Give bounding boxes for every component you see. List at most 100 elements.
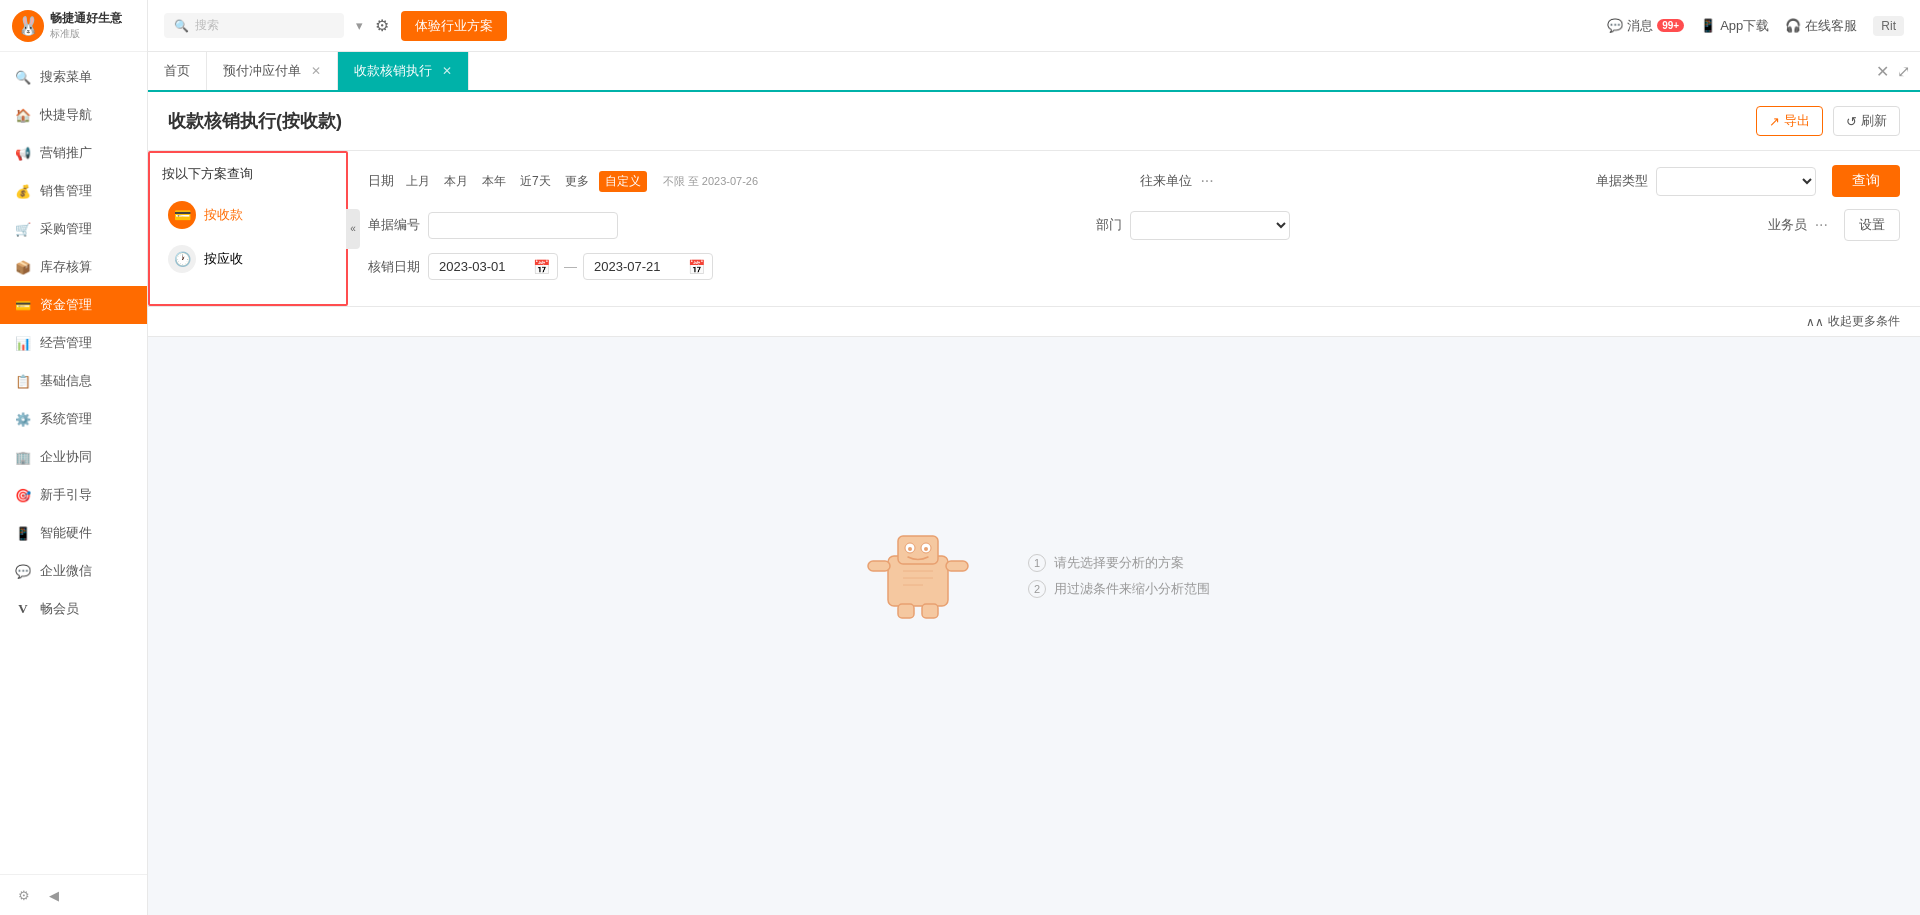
cal-start-icon: 📅	[533, 259, 550, 275]
wechat-icon: 💬	[14, 562, 32, 580]
salesperson-label: 业务员	[1768, 216, 1807, 234]
date-no-limit: 不限 至 2023-07-26	[663, 174, 758, 189]
sidebar-item-purchase[interactable]: 🛒 采购管理	[0, 210, 147, 248]
sidebar-bottom: ⚙ ◀	[0, 874, 147, 915]
tab-actions: ✕ ⤢	[1866, 52, 1920, 90]
date-label: 日期	[368, 172, 394, 190]
empty-hint-2: 2 用过滤条件来缩小分析范围	[1028, 580, 1210, 598]
salesperson-dots: ···	[1815, 216, 1828, 234]
message-badge: 99+	[1657, 19, 1684, 32]
sidebar-item-system[interactable]: ⚙️ 系统管理	[0, 400, 147, 438]
query-option-by-receipt[interactable]: 💳 按收款	[162, 193, 334, 237]
topbar: 🔍 搜索 ▾ ⚙ 体验行业方案 💬 消息 99+ 📱 App下载 🎧 在线客服 …	[148, 0, 1920, 52]
solution-button[interactable]: 体验行业方案	[401, 11, 507, 41]
tab-collection-close[interactable]: ✕	[442, 64, 452, 78]
collapse-sidebar-icon[interactable]: ◀	[44, 885, 64, 905]
shortcut-more[interactable]: 更多	[561, 171, 593, 192]
search-topbar-icon: 🔍	[174, 19, 189, 33]
doc-number-input[interactable]	[428, 212, 618, 239]
sidebar-item-finance[interactable]: 💳 资金管理	[0, 286, 147, 324]
app-logo: 🐰 畅捷通好生意 标准版	[0, 0, 147, 52]
receipt-option-icon: 💳	[168, 201, 196, 229]
date-shortcuts: 上月 本月 本年 近7天 更多 自定义	[402, 171, 647, 192]
tab-collection[interactable]: 收款核销执行 ✕	[338, 52, 469, 90]
tab-close-all-icon[interactable]: ✕	[1876, 62, 1889, 81]
empty-illustration	[858, 526, 978, 626]
page-title: 收款核销执行(按收款)	[168, 109, 342, 133]
main-area: 🔍 搜索 ▾ ⚙ 体验行业方案 💬 消息 99+ 📱 App下载 🎧 在线客服 …	[148, 0, 1920, 915]
hardware-icon: 📱	[14, 524, 32, 542]
purchase-icon: 🛒	[14, 220, 32, 238]
filter-row-2: 单据编号 部门 业务员 ··· 设置	[368, 209, 1900, 241]
filter-area: 按以下方案查询 💳 按收款 🕐 按应收 « 日期	[148, 151, 1920, 307]
message-button[interactable]: 💬 消息 99+	[1607, 17, 1684, 35]
shortcut-custom[interactable]: 自定义	[599, 171, 647, 192]
left-panel-title: 按以下方案查询	[162, 165, 334, 183]
topbar-dropdown-arrow[interactable]: ▾	[356, 18, 363, 33]
partner-label: 往来单位	[1140, 172, 1192, 190]
svg-point-5	[924, 547, 928, 551]
service-icon: 🎧	[1785, 18, 1801, 33]
sidebar-item-enterprise[interactable]: 🏢 企业协同	[0, 438, 147, 476]
tab-expand-icon[interactable]: ⤢	[1897, 62, 1910, 81]
collapse-more-button[interactable]: ∧∧ 收起更多条件	[1806, 313, 1900, 330]
tab-prepay[interactable]: 预付冲应付单 ✕	[207, 52, 338, 90]
sidebar-item-guide[interactable]: 🎯 新手引导	[0, 476, 147, 514]
sidebar-item-member[interactable]: V 畅会员	[0, 590, 147, 628]
shortcut-this-month[interactable]: 本月	[440, 171, 472, 192]
marketing-icon: 📢	[14, 144, 32, 162]
sidebar-item-search[interactable]: 🔍 搜索菜单	[0, 58, 147, 96]
shortcut-last-month[interactable]: 上月	[402, 171, 434, 192]
settings-bottom-icon[interactable]: ⚙	[14, 885, 34, 905]
sales-icon: 💰	[14, 182, 32, 200]
online-service-button[interactable]: 🎧 在线客服	[1785, 17, 1857, 35]
sidebar-item-basic[interactable]: 📋 基础信息	[0, 362, 147, 400]
shortcut-7days[interactable]: 近7天	[516, 171, 555, 192]
user-account[interactable]: Rit	[1873, 16, 1904, 36]
sidebar-item-operation[interactable]: 📊 经营管理	[0, 324, 147, 362]
write-off-date-label: 核销日期	[368, 258, 420, 276]
tab-home[interactable]: 首页	[148, 52, 207, 90]
guide-icon: 🎯	[14, 486, 32, 504]
tab-prepay-close[interactable]: ✕	[311, 64, 321, 78]
empty-content-row: 1 请先选择要分析的方案 2 用过滤条件来缩小分析范围	[858, 526, 1210, 626]
panel-collapse-button[interactable]: «	[346, 209, 360, 249]
empty-hints: 1 请先选择要分析的方案 2 用过滤条件来缩小分析范围	[1028, 554, 1210, 598]
partner-filter-group: 往来单位 ···	[1140, 172, 1213, 190]
topbar-right: 💬 消息 99+ 📱 App下载 🎧 在线客服 Rit	[1607, 16, 1904, 36]
sidebar-item-hardware[interactable]: 📱 智能硬件	[0, 514, 147, 552]
doc-number-filter-group: 单据编号	[368, 212, 618, 239]
svg-rect-9	[922, 604, 938, 618]
page-actions: ↗ 导出 ↺ 刷新	[1756, 106, 1900, 136]
app-icon: 📱	[1700, 18, 1716, 33]
salesperson-filter-group: 业务员 ···	[1768, 216, 1828, 234]
collapse-more-bar: ∧∧ 收起更多条件	[148, 307, 1920, 337]
query-option-by-receivable[interactable]: 🕐 按应收	[162, 237, 334, 281]
hint-number-2: 2	[1028, 580, 1046, 598]
doc-type-select[interactable]	[1656, 167, 1816, 196]
sidebar-item-quick-nav[interactable]: 🏠 快捷导航	[0, 96, 147, 134]
settings-button[interactable]: 设置	[1844, 209, 1900, 241]
sidebar-item-marketing[interactable]: 📢 营销推广	[0, 134, 147, 172]
query-button[interactable]: 查询	[1832, 165, 1900, 197]
basic-icon: 📋	[14, 372, 32, 390]
write-off-end-wrap: 📅	[583, 253, 713, 280]
tab-bar: 首页 预付冲应付单 ✕ 收款核销执行 ✕ ✕ ⤢	[148, 52, 1920, 92]
sidebar-item-wechat[interactable]: 💬 企业微信	[0, 552, 147, 590]
sidebar: 🐰 畅捷通好生意 标准版 🔍 搜索菜单 🏠 快捷导航 📢 营销推广 💰 销售管理…	[0, 0, 148, 915]
empty-hint-1: 1 请先选择要分析的方案	[1028, 554, 1210, 572]
refresh-icon: ↺	[1846, 114, 1857, 129]
sidebar-item-inventory[interactable]: 📦 库存核算	[0, 248, 147, 286]
export-button[interactable]: ↗ 导出	[1756, 106, 1823, 136]
dept-select[interactable]	[1130, 211, 1290, 240]
refresh-button[interactable]: ↺ 刷新	[1833, 106, 1900, 136]
app-download-button[interactable]: 📱 App下载	[1700, 17, 1769, 35]
logo-text: 畅捷通好生意 标准版	[50, 11, 122, 40]
svg-point-4	[908, 547, 912, 551]
home-icon: 🏠	[14, 106, 32, 124]
logo-icon: 🐰	[12, 10, 44, 42]
shortcut-this-year[interactable]: 本年	[478, 171, 510, 192]
sidebar-item-sales[interactable]: 💰 销售管理	[0, 172, 147, 210]
svg-rect-6	[868, 561, 890, 571]
topbar-gear-icon[interactable]: ⚙	[375, 16, 389, 35]
